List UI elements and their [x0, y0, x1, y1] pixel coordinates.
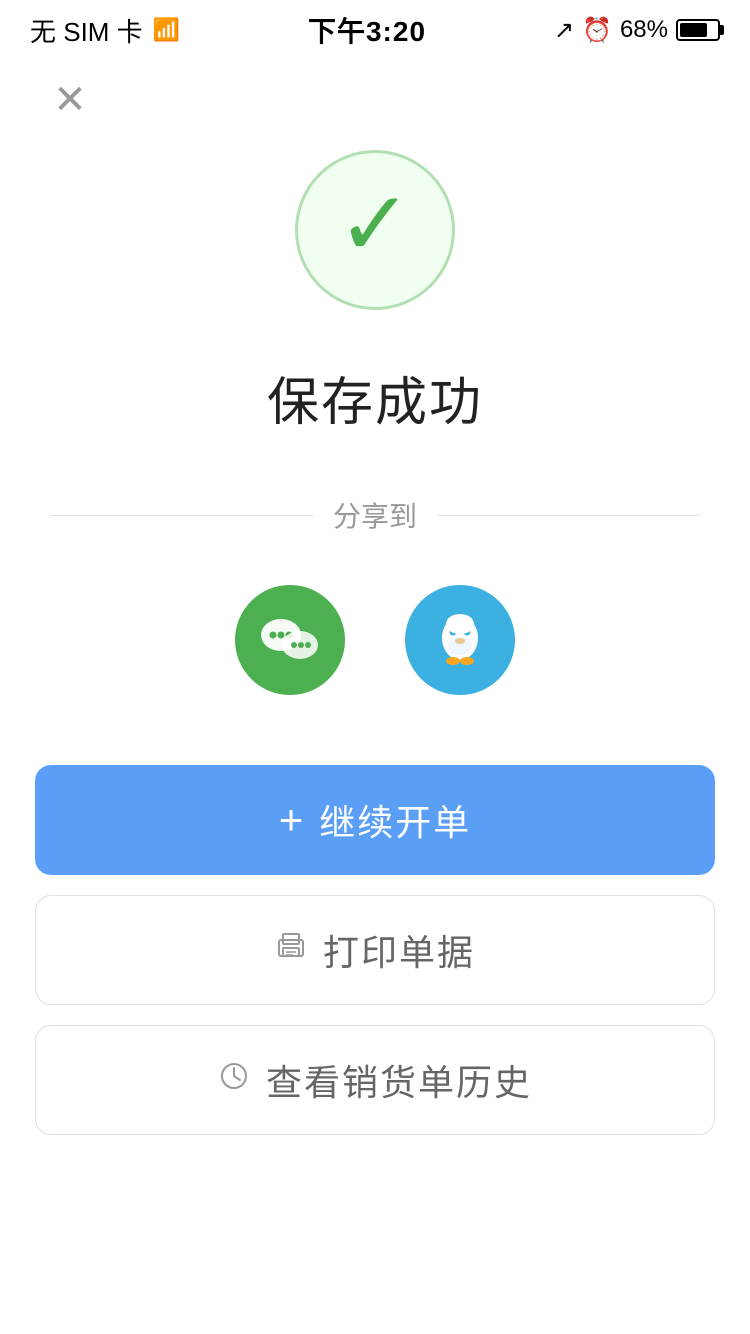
share-label: 分享到: [313, 495, 437, 535]
status-time: 下午3:20: [308, 10, 426, 50]
success-title: 保存成功: [267, 360, 483, 435]
share-section: 分享到: [0, 495, 750, 535]
battery-icon: [676, 19, 720, 41]
share-icons-row: [235, 585, 515, 695]
history-icon: [218, 1060, 250, 1100]
continue-order-label: 继续开单: [319, 794, 471, 846]
wechat-share-button[interactable]: [235, 585, 345, 695]
qq-logo-icon: [431, 608, 489, 673]
close-button[interactable]: ✕: [40, 70, 100, 130]
view-history-button[interactable]: 查看销货单历史: [35, 1025, 715, 1135]
action-buttons: + 继续开单 打印单据: [35, 765, 715, 1135]
print-icon: [275, 930, 307, 970]
print-button[interactable]: 打印单据: [35, 895, 715, 1005]
qq-share-button[interactable]: [405, 585, 515, 695]
wechat-logo-icon: [258, 613, 323, 668]
battery-percent: 68%: [620, 16, 668, 44]
checkmark-icon: ✓: [337, 180, 412, 270]
sim-status: 无 SIM 卡: [30, 12, 143, 49]
close-icon: ✕: [53, 80, 87, 120]
print-label: 打印单据: [323, 924, 475, 976]
status-bar: 无 SIM 卡 📶 下午3:20 ↗ ⏰ 68%: [0, 0, 750, 60]
status-right: ↗ ⏰ 68%: [554, 16, 720, 45]
plus-icon: +: [279, 799, 304, 841]
main-content: ✓ 保存成功 分享到: [0, 60, 750, 1135]
status-left: 无 SIM 卡 📶: [30, 12, 180, 49]
history-label: 查看销货单历史: [266, 1054, 532, 1106]
location-icon: ↗: [554, 16, 574, 45]
success-circle: ✓: [295, 150, 455, 310]
continue-order-button[interactable]: + 继续开单: [35, 765, 715, 875]
wifi-icon: 📶: [153, 17, 180, 43]
alarm-icon: ⏰: [582, 16, 612, 45]
